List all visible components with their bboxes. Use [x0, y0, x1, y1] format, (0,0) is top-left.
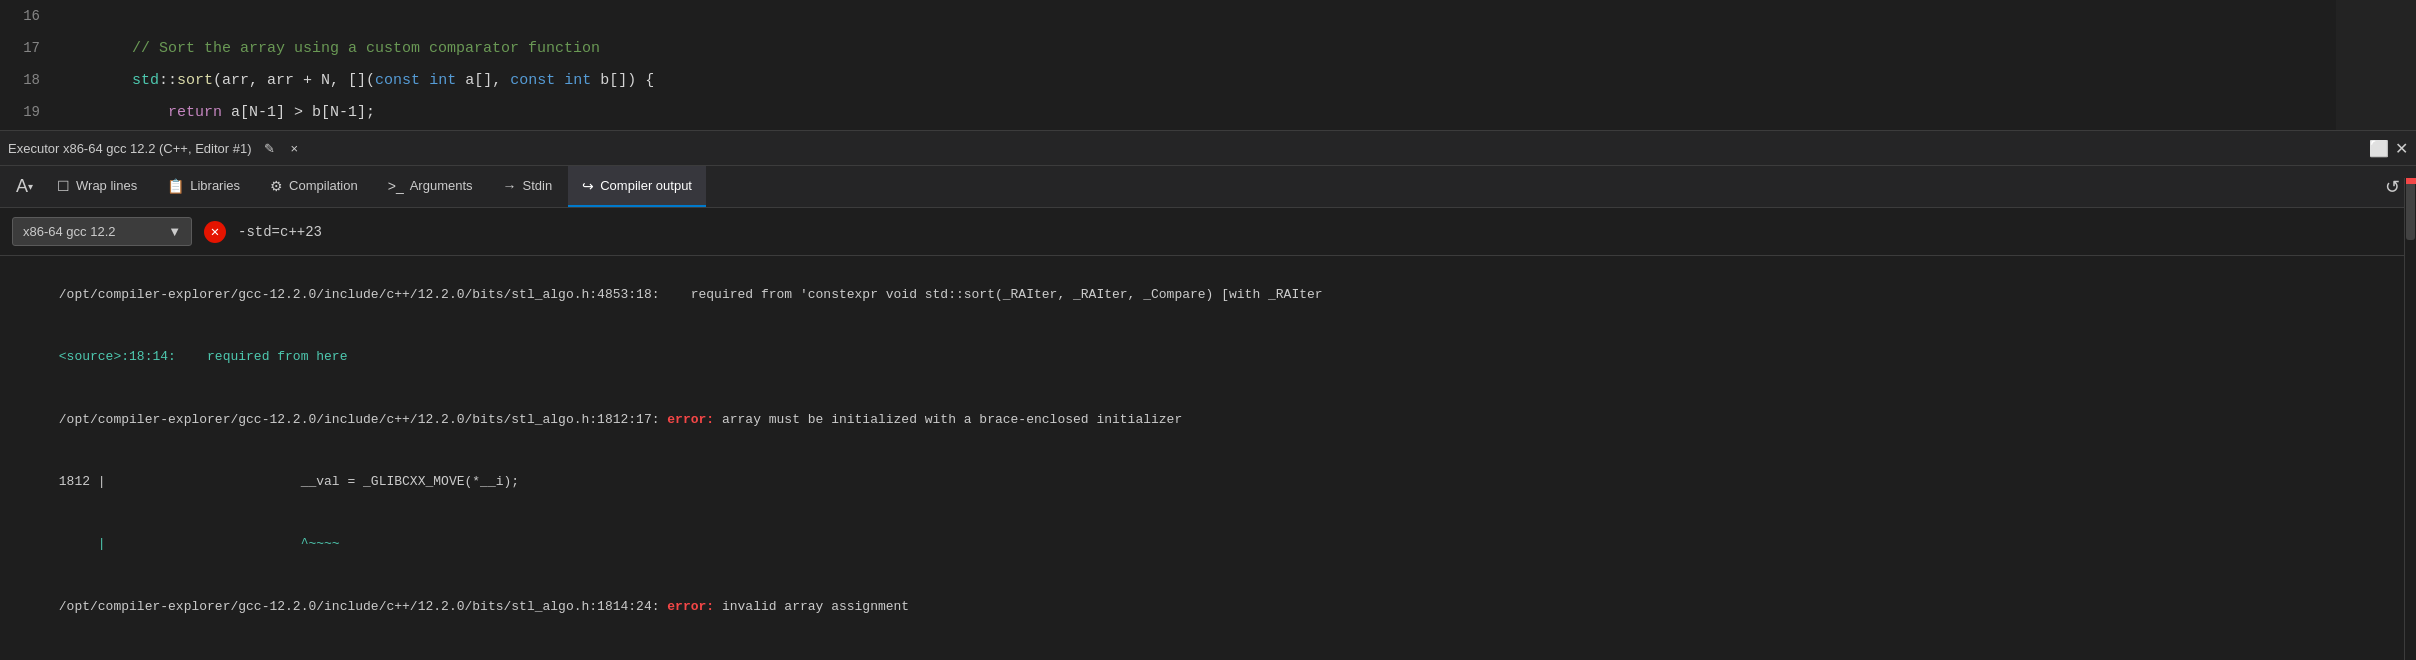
output-text-1: required from 'constexpr void std::sort(… [660, 287, 1323, 302]
line-content-18: std::sort(arr, arr + N, [](const int a[]… [60, 65, 654, 97]
font-size-icon: A [16, 176, 28, 197]
line-content-20: }); [60, 129, 159, 130]
executor-title: Executor x86-64 gcc 12.2 (C++, Editor #1… [8, 141, 252, 156]
line-number-20: 20 [0, 128, 60, 130]
main-container: 16 17 // Sort the array using a custom c… [0, 0, 2416, 660]
code-line-17: 17 // Sort the array using a custom comp… [0, 32, 2416, 64]
output-error-label-3: error: [667, 412, 714, 427]
output-text-3: array must be initialized with a brace-e… [714, 412, 1182, 427]
tab-wrap-lines-label: Wrap lines [76, 178, 137, 193]
libraries-icon: 📋 [167, 178, 184, 194]
dropdown-arrow-icon: ▼ [168, 224, 181, 239]
output-caret-5: | ^~~~~ [59, 536, 340, 551]
output-line-6: /opt/compiler-explorer/gcc-12.2.0/includ… [12, 576, 2404, 638]
line-content-19: return a[N-1] > b[N-1]; [60, 97, 375, 129]
executor-window-close-button[interactable]: ✕ [2395, 139, 2408, 158]
output-path-3: /opt/compiler-explorer/gcc-12.2.0/includ… [59, 412, 668, 427]
code-editor: 16 17 // Sort the array using a custom c… [0, 0, 2416, 130]
tab-stdin-label: Stdin [523, 178, 553, 193]
tab-compilation-label: Compilation [289, 178, 358, 193]
scrollbar-right[interactable] [2404, 178, 2416, 660]
tabs-bar: A ▾ ☐ Wrap lines 📋 Libraries ⚙ Compilati… [0, 166, 2416, 208]
arguments-icon: >_ [388, 178, 404, 194]
output-path-6: /opt/compiler-explorer/gcc-12.2.0/includ… [59, 599, 668, 614]
wrap-lines-icon: ☐ [57, 178, 70, 194]
output-error-label-6: error: [667, 599, 714, 614]
output-area[interactable]: /opt/compiler-explorer/gcc-12.2.0/includ… [0, 256, 2416, 660]
line-number-16: 16 [0, 0, 60, 32]
compiler-name-label: x86-64 gcc 12.2 [23, 224, 116, 239]
line-number-17: 17 [0, 32, 60, 64]
tab-libraries[interactable]: 📋 Libraries [153, 166, 254, 207]
line-number-19: 19 [0, 96, 60, 128]
output-text-6: invalid array assignment [714, 599, 909, 614]
error-scroll-indicator [2406, 178, 2416, 184]
compiler-output-icon: ↪ [582, 178, 594, 194]
output-source-suffix: required from here [176, 349, 348, 364]
output-source-link: <source>:18:14: [59, 349, 176, 364]
tab-arguments-label: Arguments [410, 178, 473, 193]
tab-compiler-output-label: Compiler output [600, 178, 692, 193]
executor-edit-button[interactable]: ✎ [260, 139, 279, 158]
output-code-4: 1812 | __val = _GLIBCXX_MOVE(*__i); [59, 474, 519, 489]
output-path-1: /opt/compiler-explorer/gcc-12.2.0/includ… [59, 287, 660, 302]
tab-arguments[interactable]: >_ Arguments [374, 166, 487, 207]
font-size-button[interactable]: A ▾ [8, 166, 41, 207]
compiler-row: x86-64 gcc 12.2 ▼ ✕ -std=c++23 [0, 208, 2416, 256]
scrollbar-thumb[interactable] [2406, 180, 2415, 240]
output-line-2: <source>:18:14: required from here [12, 326, 2404, 388]
compiler-select[interactable]: x86-64 gcc 12.2 ▼ [12, 217, 192, 246]
tab-libraries-label: Libraries [190, 178, 240, 193]
executor-close-button[interactable]: × [287, 139, 303, 158]
output-line-3: /opt/compiler-explorer/gcc-12.2.0/includ… [12, 389, 2404, 451]
close-icon: ✕ [2395, 139, 2408, 158]
executor-maximize-button[interactable]: ⬜ [2369, 139, 2389, 158]
line-number-18: 18 [0, 64, 60, 96]
output-line-7: 1814 | *__first = _GLIBCXX_MOVE(__val); [12, 638, 2404, 660]
compiler-args: -std=c++23 [238, 224, 322, 240]
output-line-1: /opt/compiler-explorer/gcc-12.2.0/includ… [12, 264, 2404, 326]
code-line-19: 19 return a[N-1] > b[N-1]; [0, 96, 2416, 128]
stdin-icon: → [503, 178, 517, 194]
error-x-icon: ✕ [211, 223, 219, 240]
error-indicator[interactable]: ✕ [204, 221, 226, 243]
line-content-17: // Sort the array using a custom compara… [60, 33, 600, 65]
tab-wrap-lines[interactable]: ☐ Wrap lines [43, 166, 151, 207]
refresh-icon: ↺ [2385, 176, 2400, 198]
tab-stdin[interactable]: → Stdin [489, 166, 567, 207]
code-line-18: 18 std::sort(arr, arr + N, [](const int … [0, 64, 2416, 96]
executor-bar: Executor x86-64 gcc 12.2 (C++, Editor #1… [0, 130, 2416, 166]
font-size-arrow: ▾ [28, 181, 33, 192]
output-line-5: | ^~~~~ [12, 514, 2404, 576]
compilation-icon: ⚙ [270, 178, 283, 194]
code-line-20: 20 }); [0, 128, 2416, 130]
minimap [2336, 0, 2416, 130]
output-line-4: 1812 | __val = _GLIBCXX_MOVE(*__i); [12, 451, 2404, 513]
tab-compiler-output[interactable]: ↪ Compiler output [568, 166, 706, 207]
tab-compilation[interactable]: ⚙ Compilation [256, 166, 372, 207]
maximize-icon: ⬜ [2369, 139, 2389, 158]
code-line-16: 16 [0, 0, 2416, 32]
code-lines: 16 17 // Sort the array using a custom c… [0, 0, 2416, 130]
